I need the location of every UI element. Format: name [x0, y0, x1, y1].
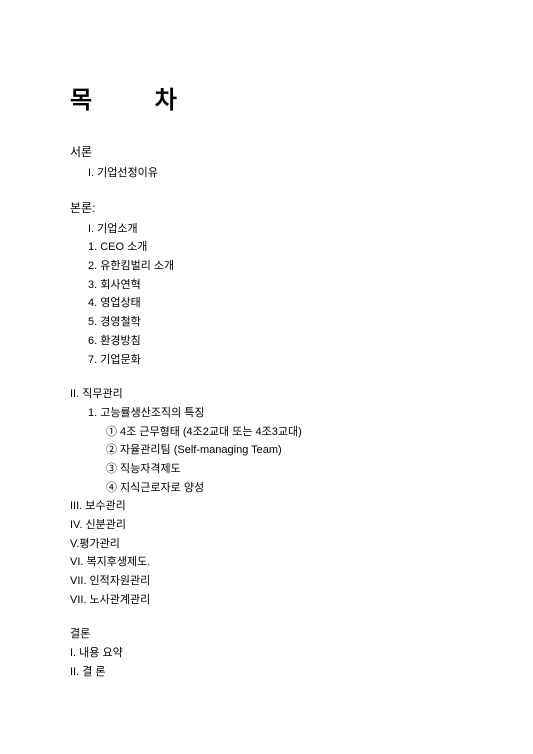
body-remaining-item: IV. 신분관리: [70, 516, 463, 535]
body-section2-sub-heading: 1. 고능률생산조직의 특징: [88, 404, 463, 423]
body-section2-sub-item: ② 자율관리팀 (Self-managing Team): [106, 441, 463, 460]
body-section2-sub-item: ① 4조 근무형태 (4조2교대 또는 4조3교대): [106, 423, 463, 442]
conclusion-heading: 결론: [70, 625, 463, 644]
body-section1-item: 3. 회사연혁: [88, 276, 463, 295]
body-section2-sub-item: ③ 직능자격제도: [106, 460, 463, 479]
body-remaining-item: V.평가관리: [70, 535, 463, 554]
body-section1-item: 2. 유한킴벌리 소개: [88, 257, 463, 276]
body-remaining-item: VII. 인적자원관리: [70, 572, 463, 591]
conclusion-item: II. 결 론: [70, 663, 463, 682]
body-section2-sub-item: ④ 지식근로자로 양성: [106, 479, 463, 498]
body-remaining-item: III. 보수관리: [70, 497, 463, 516]
intro-heading: 서론: [70, 143, 463, 160]
document-title: 목 차: [70, 80, 463, 115]
body-remaining-item: VII. 노사관계관리: [70, 591, 463, 610]
body-section1-item: 6. 환경방침: [88, 332, 463, 351]
body-section1-item: 4. 영업상태: [88, 294, 463, 313]
body-section1-item: 1. CEO 소개: [88, 238, 463, 257]
body-section1-item: 5. 경영철학: [88, 313, 463, 332]
body-heading: 본론:: [70, 199, 463, 216]
intro-item: I. 기업선정이유: [88, 164, 463, 183]
body-remaining-item: VI. 복지후생제도.: [70, 553, 463, 572]
body-section2-heading: II. 직무관리: [70, 385, 463, 404]
body-section1-heading: I. 기업소개: [88, 220, 463, 239]
body-section1-item: 7. 기업문화: [88, 351, 463, 370]
conclusion-item: I. 내용 요약: [70, 644, 463, 663]
